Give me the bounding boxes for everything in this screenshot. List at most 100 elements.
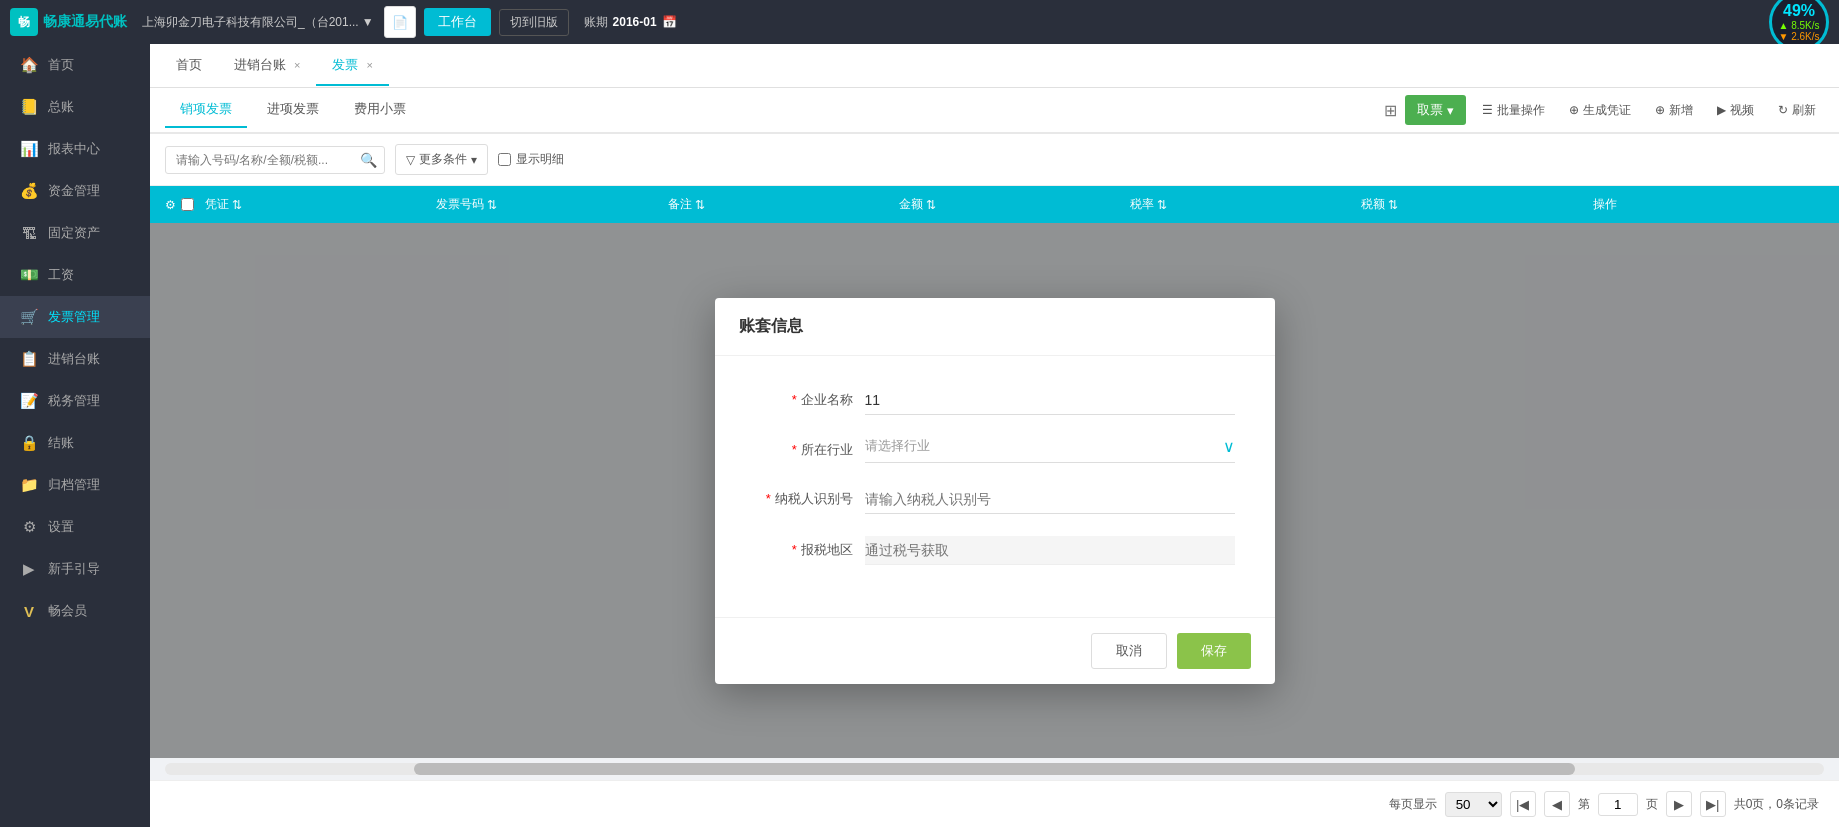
sub-tabs-group: 销项发票 进项发票 费用小票 (165, 92, 421, 128)
dialog-footer: 取消 保存 (715, 617, 1275, 684)
batch-operation-btn[interactable]: ☰ 批量操作 (1474, 97, 1553, 124)
tax-icon: 📝 (20, 392, 38, 410)
sidebar-item-payroll[interactable]: 💵 工资 (0, 254, 150, 296)
next-page-btn[interactable]: ▶ (1666, 791, 1692, 817)
horizontal-scrollbar[interactable] (165, 763, 1824, 775)
dropdown-arrow-icon: ▼ (362, 15, 374, 29)
th-note: 备注 ⇅ (668, 196, 899, 213)
first-page-btn[interactable]: |◀ (1510, 791, 1536, 817)
form-row-taxid: * 纳税人识别号 (755, 485, 1235, 514)
refresh-icon: ↻ (1778, 103, 1788, 117)
filter-icon: ▽ (406, 153, 415, 167)
th-operation: 操作 (1593, 196, 1824, 213)
page-number-input[interactable] (1598, 793, 1638, 816)
new-icon: ⊕ (1655, 103, 1665, 117)
taxregion-input (865, 536, 1235, 565)
refresh-btn[interactable]: ↻ 刷新 (1770, 97, 1824, 124)
sidebar-item-guide[interactable]: ▶ 新手引导 (0, 548, 150, 590)
sub-tab-sales[interactable]: 销项发票 (165, 92, 247, 128)
form-row-industry: * 所在行业 请选择行业 ∨ (755, 437, 1235, 463)
industry-dropdown-icon: ∨ (1223, 437, 1235, 456)
cancel-button[interactable]: 取消 (1091, 633, 1167, 669)
sidebar-item-assets[interactable]: 🏗 固定资产 (0, 212, 150, 254)
tab-bar: 首页 进销台账 × 发票 × (150, 44, 1839, 88)
new-btn[interactable]: ⊕ 新增 (1647, 97, 1701, 124)
sidebar-item-vip[interactable]: V 畅会员 (0, 590, 150, 632)
assets-icon: 🏗 (20, 224, 38, 242)
per-page-select[interactable]: 50 100 200 (1445, 792, 1502, 817)
save-button[interactable]: 保存 (1177, 633, 1251, 669)
sub-tab-purchase[interactable]: 进项发票 (252, 92, 334, 128)
sort-icon: ⇅ (487, 198, 497, 212)
sidebar-item-reports[interactable]: 📊 报表中心 (0, 128, 150, 170)
taxregion-label: * 报税地区 (755, 541, 865, 559)
industry-field[interactable]: 请选择行业 ∨ (865, 437, 1235, 463)
archive-icon: 📁 (20, 476, 38, 494)
vip-icon: V (20, 602, 38, 620)
sidebar-item-tax[interactable]: 📝 税务管理 (0, 380, 150, 422)
total-info: 共0页，0条记录 (1734, 796, 1819, 813)
close-tab-sales-ledger[interactable]: × (294, 59, 300, 71)
ledger-icon: 📒 (20, 98, 38, 116)
account-info-dialog: 账套信息 * 企业名称 (715, 298, 1275, 684)
gen-voucher-btn[interactable]: ⊕ 生成凭证 (1561, 97, 1639, 124)
chevron-down-icon: ▾ (471, 153, 477, 167)
show-detail-checkbox-label[interactable]: 显示明细 (498, 151, 564, 168)
industry-label: * 所在行业 (755, 441, 865, 459)
search-input[interactable] (165, 146, 385, 174)
prev-page-btn[interactable]: ◀ (1544, 791, 1570, 817)
calendar-icon[interactable]: 📅 (662, 15, 677, 29)
sort-icon: ⇅ (1388, 198, 1398, 212)
sidebar-item-settings[interactable]: ⚙ 设置 (0, 506, 150, 548)
sort-icon: ⇅ (1157, 198, 1167, 212)
company-name-field (865, 386, 1235, 415)
company-selector[interactable]: 上海卯金刀电子科技有限公司_（台201... ▼ (142, 14, 374, 31)
tab-invoice[interactable]: 发票 × (316, 46, 388, 86)
dropdown-chevron-icon: ▾ (1447, 103, 1454, 118)
ticket-button[interactable]: 取票 ▾ (1405, 95, 1466, 125)
sidebar-item-archive[interactable]: 📁 归档管理 (0, 464, 150, 506)
taxid-field (865, 485, 1235, 514)
select-all-checkbox[interactable] (181, 198, 194, 211)
close-tab-invoice[interactable]: × (366, 59, 372, 71)
batch-icon: ☰ (1482, 103, 1493, 117)
workbench-button[interactable]: 工作台 (424, 8, 491, 36)
filter-bar: 🔍 ▽ 更多条件 ▾ 显示明细 (150, 134, 1839, 186)
sidebar-item-funds[interactable]: 💰 资金管理 (0, 170, 150, 212)
payroll-icon: 💵 (20, 266, 38, 284)
modal-overlay: 账套信息 * 企业名称 (150, 223, 1839, 758)
video-btn[interactable]: ▶ 视频 (1709, 97, 1762, 124)
more-conditions-btn[interactable]: ▽ 更多条件 ▾ (395, 144, 488, 175)
taxid-input[interactable] (865, 485, 1235, 514)
scroll-thumb (414, 763, 1575, 775)
settings-col-icon[interactable]: ⚙ (165, 198, 176, 212)
sub-tab-expense[interactable]: 费用小票 (339, 92, 421, 128)
checkout-icon: 🔒 (20, 434, 38, 452)
company-name-input[interactable] (865, 386, 1235, 415)
show-detail-checkbox[interactable] (498, 153, 511, 166)
sales-ledger-icon: 📋 (20, 350, 38, 368)
sidebar-item-sales-ledger[interactable]: 📋 进销台账 (0, 338, 150, 380)
table-header: ⚙ 凭证 ⇅ 发票号码 ⇅ 备注 ⇅ 金额 ⇅ (150, 186, 1839, 223)
tab-sales-ledger[interactable]: 进销台账 × (218, 46, 316, 86)
last-page-btn[interactable]: ▶| (1700, 791, 1726, 817)
sidebar-item-invoice[interactable]: 🛒 发票管理 (0, 296, 150, 338)
th-voucher: 凭证 ⇅ (205, 196, 436, 213)
document-icon-btn[interactable]: 📄 (384, 6, 416, 38)
table-settings-icon[interactable]: ⊞ (1384, 101, 1397, 120)
tab-home[interactable]: 首页 (160, 46, 218, 86)
sidebar-item-ledger[interactable]: 📒 总账 (0, 86, 150, 128)
sidebar-item-home[interactable]: 🏠 首页 (0, 44, 150, 86)
form-row-taxregion: * 报税地区 (755, 536, 1235, 565)
table-body: 账套信息 * 企业名称 (150, 223, 1839, 758)
sub-tab-bar: 销项发票 进项发票 费用小票 ⊞ 取票 ▾ ☰ (150, 88, 1839, 134)
th-tax-rate: 税率 ⇅ (1130, 196, 1361, 213)
voucher-icon: ⊕ (1569, 103, 1579, 117)
sidebar-item-checkout[interactable]: 🔒 结账 (0, 422, 150, 464)
company-name-label: * 企业名称 (755, 391, 865, 409)
dialog-body: * 企业名称 * 所在行业 (715, 356, 1275, 617)
th-amount: 金额 ⇅ (899, 196, 1130, 213)
switch-old-button[interactable]: 切到旧版 (499, 9, 569, 36)
dialog-title: 账套信息 (715, 298, 1275, 356)
video-icon: ▶ (1717, 103, 1726, 117)
